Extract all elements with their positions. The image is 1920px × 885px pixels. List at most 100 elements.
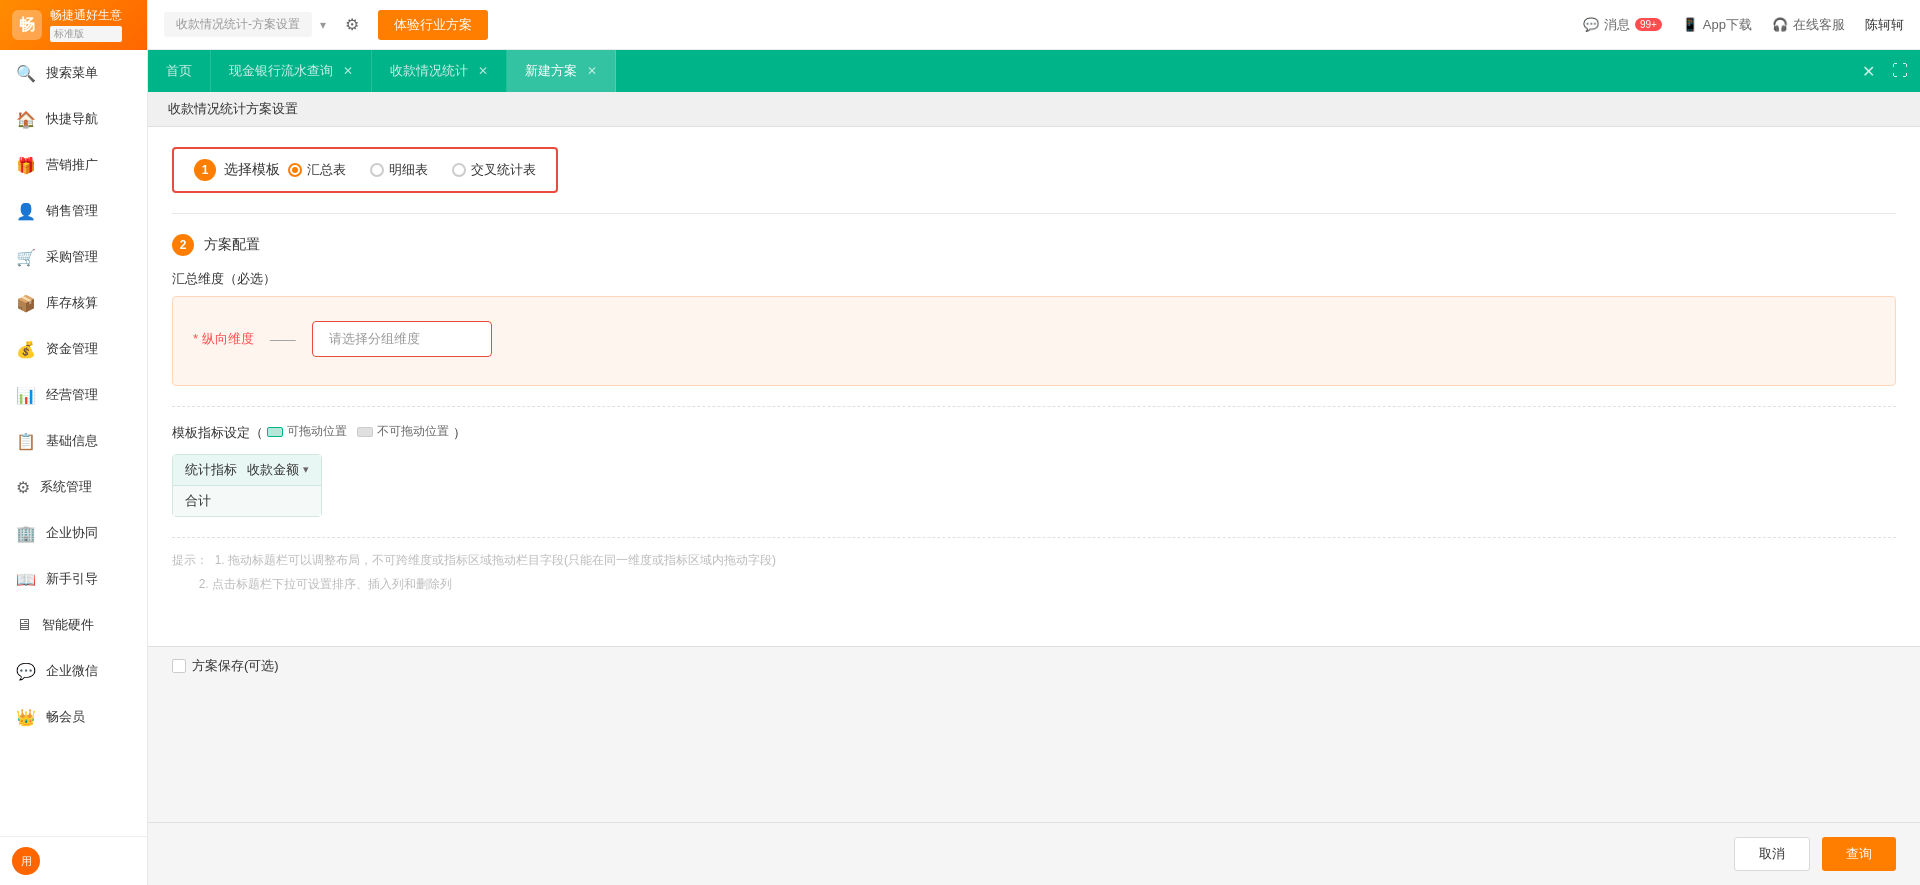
indicator-title: 模板指标设定（ 可拖动位置 不可拖动位置 ） [172,423,466,442]
sidebar-item-quick-nav[interactable]: 🏠 快捷导航 [0,96,147,142]
breadcrumb-area: 收款情况统计-方案设置 ▾ [164,12,326,37]
sidebar-item-label: 经营管理 [46,386,98,404]
tab-close-stats[interactable]: ✕ [478,64,488,78]
sidebar-item-label: 新手引导 [46,570,98,588]
trial-button[interactable]: 体验行业方案 [378,10,488,40]
sidebar-item-inventory[interactable]: 📦 库存核算 [0,280,147,326]
tab-close-window[interactable]: ✕ [1856,59,1880,83]
sidebar-item-label: 企业协同 [46,524,98,542]
sidebar-item-basic-info[interactable]: 📋 基础信息 [0,418,147,464]
form-area: 1 选择模板 汇总表 明细表 [148,127,1920,646]
radio-cross[interactable]: 交叉统计表 [452,161,536,179]
sidebar-item-label: 畅会员 [46,708,85,726]
sidebar-item-purchase[interactable]: 🛒 采购管理 [0,234,147,280]
sidebar-item-operations[interactable]: 📊 经营管理 [0,372,147,418]
tab-new-plan[interactable]: 新建方案 ✕ [507,50,616,92]
logo-icon: 畅 [12,10,42,40]
breadcrumb-dropdown-icon[interactable]: ▾ [320,18,326,32]
vertical-dimension-label: * 纵向维度 [193,330,254,348]
tips-section: 提示： 1. 拖动标题栏可以调整布局，不可跨维度或指标区域拖动栏目字段(只能在同… [172,537,1896,606]
logo-title: 畅捷通好生意 [50,8,122,24]
sidebar: 畅 畅捷通好生意 标准版 🔍 搜索菜单 🏠 快捷导航 🎁 营销推广 👤 销售管理… [0,0,148,885]
checkbox-label: 方案保存(可选) [192,657,279,675]
step1-title: 选择模板 [224,161,280,179]
header-right: 💬 消息 99+ 📱 App下载 🎧 在线客服 陈轲轲 [1583,16,1904,34]
sidebar-item-wechat[interactable]: 💬 企业微信 [0,648,147,694]
sidebar-item-capital[interactable]: 💰 资金管理 [0,326,147,372]
tab-bank[interactable]: 现金银行流水查询 ✕ [211,50,372,92]
radio-summary[interactable]: 汇总表 [288,161,346,179]
app-download-button[interactable]: 📱 App下载 [1682,16,1752,34]
tab-maximize[interactable]: ⛶ [1888,59,1912,83]
step2-num: 2 [172,234,194,256]
top-header: 收款情况统计-方案设置 ▾ ⚙ 体验行业方案 💬 消息 99+ 📱 App下载 … [148,0,1920,50]
stats-dropdown-area[interactable]: 收款金额 ▾ [247,461,309,479]
stats-dropdown-arrow[interactable]: ▾ [303,463,309,476]
bottom-bar: 方案保存(可选) [148,646,1920,685]
sidebar-item-guide[interactable]: 📖 新手引导 [0,556,147,602]
tab-home[interactable]: 首页 [148,50,211,92]
radio-dot-detail [370,163,384,177]
non-draggable-tag: 不可拖动位置 [357,423,449,440]
stats-header-row: 统计指标 收款金额 ▾ [185,461,309,479]
message-button[interactable]: 💬 消息 99+ [1583,16,1662,34]
page-content: 收款情况统计方案设置 1 选择模板 汇总表 [148,92,1920,885]
box-icon: 📦 [16,294,36,313]
search-icon: 🔍 [16,64,36,83]
clipboard-icon: 📋 [16,432,36,451]
tip1: 提示： 1. 拖动标题栏可以调整布局，不可跨维度或指标区域拖动栏目字段(只能在同… [172,548,1896,572]
footer-buttons: 取消 查询 [148,822,1920,885]
page-title: 收款情况统计方案设置 [148,92,1920,127]
message-badge: 99+ [1635,18,1662,31]
sidebar-item-label: 系统管理 [40,478,92,496]
tab-close-new-plan[interactable]: ✕ [587,64,597,78]
indicator-header: 模板指标设定（ 可拖动位置 不可拖动位置 ） [172,423,1896,442]
tab-close-bank[interactable]: ✕ [343,64,353,78]
download-icon: 📱 [1682,17,1698,32]
step1-num: 1 [194,159,216,181]
dimension-input[interactable]: 请选择分组维度 [312,321,492,357]
indicator-section: 模板指标设定（ 可拖动位置 不可拖动位置 ） [172,406,1896,606]
main-area: 收款情况统计-方案设置 ▾ ⚙ 体验行业方案 💬 消息 99+ 📱 App下载 … [148,0,1920,885]
query-button[interactable]: 查询 [1822,837,1896,871]
logo-badge: 标准版 [50,26,122,42]
draggable-tag-box [267,427,283,437]
sidebar-item-label: 智能硬件 [42,616,94,634]
home-icon: 🏠 [16,110,36,129]
support-icon: 🎧 [1772,17,1788,32]
template-radio-group: 汇总表 明细表 交叉统计表 [288,161,536,179]
step2-header: 2 方案配置 [172,234,1896,256]
sidebar-item-label: 销售管理 [46,202,98,220]
step2-title: 方案配置 [204,236,260,254]
cancel-button[interactable]: 取消 [1734,837,1810,871]
sidebar-item-search[interactable]: 🔍 搜索菜单 [0,50,147,96]
book-icon: 📖 [16,570,36,589]
support-button[interactable]: 🎧 在线客服 [1772,16,1845,34]
monitor-icon: 🖥 [16,616,32,634]
sidebar-item-system[interactable]: ⚙ 系统管理 [0,464,147,510]
non-draggable-tag-box [357,427,373,437]
sidebar-bottom: 用 [0,836,147,885]
sidebar-item-smart-hw[interactable]: 🖥 智能硬件 [0,602,147,648]
template-selector-box: 1 选择模板 汇总表 明细表 [172,147,558,193]
sidebar-item-label: 库存核算 [46,294,98,312]
radio-dot-cross [452,163,466,177]
tip2: 2. 点击标题栏下拉可设置排序、插入列和删除列 [172,572,1896,596]
tab-bar: 首页 现金银行流水查询 ✕ 收款情况统计 ✕ 新建方案 ✕ ✕ ⛶ [148,50,1920,92]
logo: 畅 畅捷通好生意 标准版 [0,0,147,50]
avatar: 用 [12,847,40,875]
sidebar-item-sales[interactable]: 👤 销售管理 [0,188,147,234]
sidebar-item-marketing[interactable]: 🎁 营销推广 [0,142,147,188]
gear-icon: ⚙ [16,478,30,497]
tab-stats[interactable]: 收款情况统计 ✕ [372,50,507,92]
save-plan-checkbox[interactable]: 方案保存(可选) [172,657,279,675]
settings-button[interactable]: ⚙ [338,11,366,39]
chart-icon: 📊 [16,386,36,405]
sidebar-item-member[interactable]: 👑 畅会员 [0,694,147,740]
step1-header: 1 选择模板 汇总表 明细表 [172,147,1896,193]
message-icon: 💬 [1583,17,1599,32]
checkbox-box[interactable] [172,659,186,673]
radio-detail[interactable]: 明细表 [370,161,428,179]
sidebar-item-enterprise[interactable]: 🏢 企业协同 [0,510,147,556]
radio-dot-summary [288,163,302,177]
